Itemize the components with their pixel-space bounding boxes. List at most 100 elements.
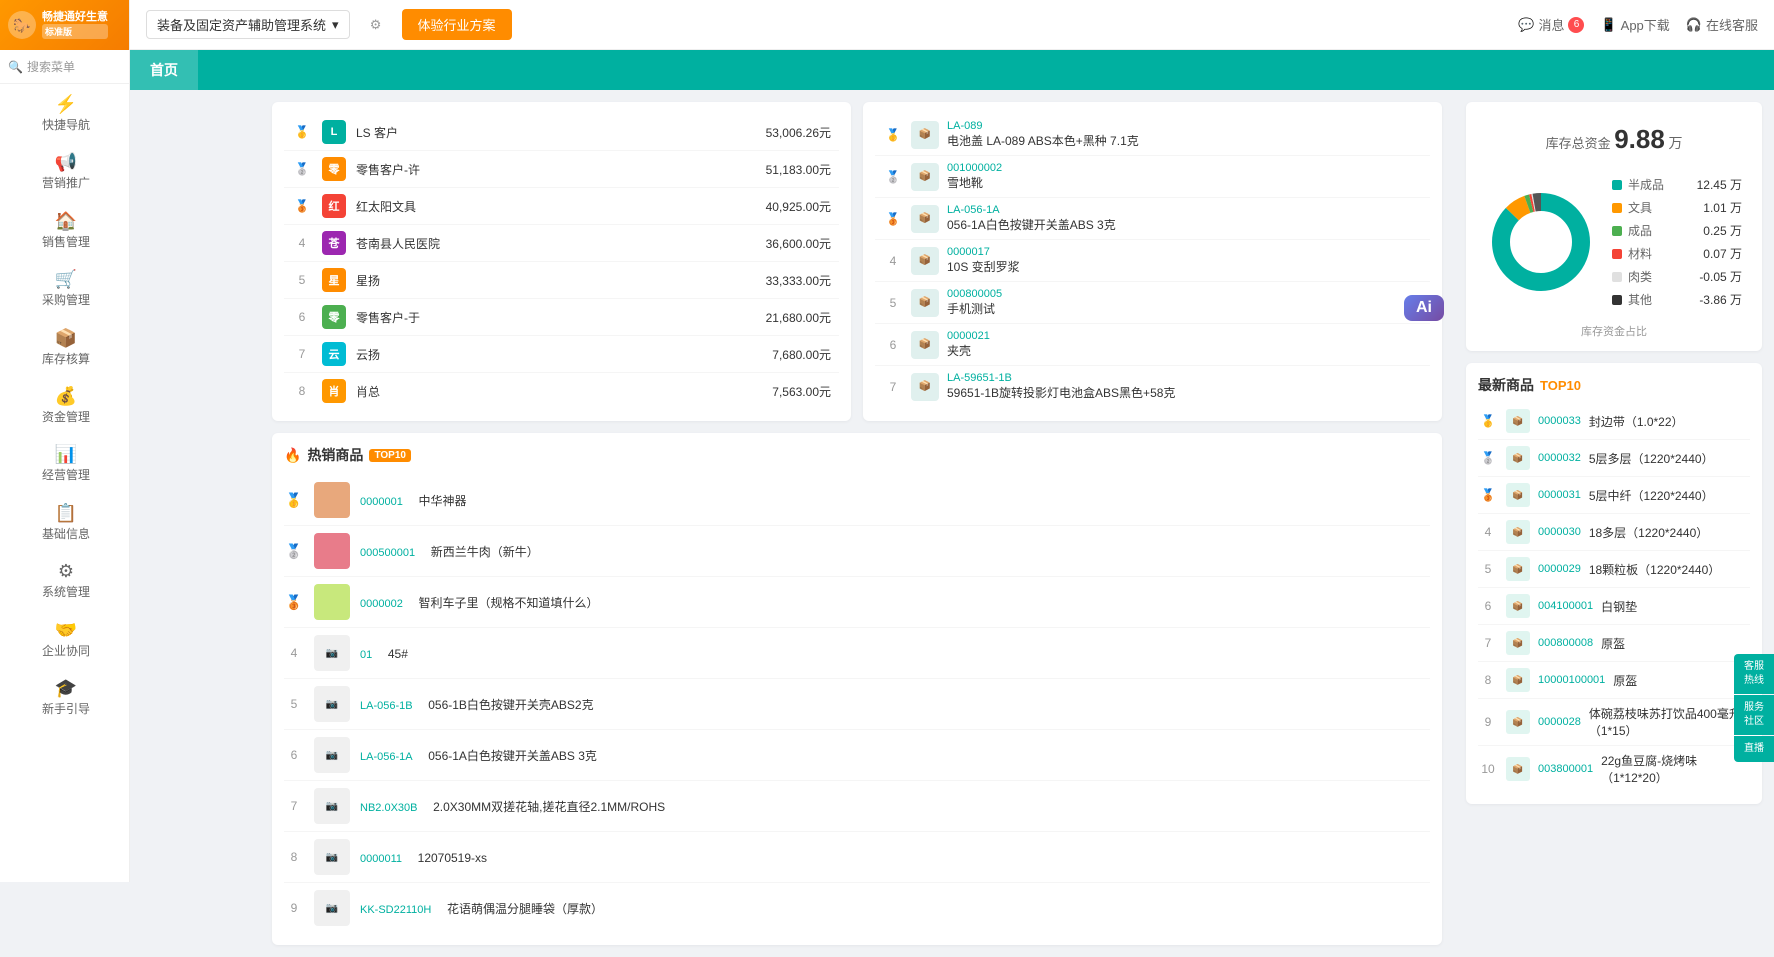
hot-code: LA-056-1A <box>360 751 413 763</box>
topbar: 装备及固定资产辅助管理系统 ▾ ⚙ 体验行业方案 💬 消息 6 📱 App下载 … <box>130 0 1774 50</box>
new-rank-num: 6 <box>1478 599 1498 613</box>
new-info: 0000029 18颗粒板（1220*2440） <box>1538 561 1750 578</box>
customer-avatar: 肖 <box>322 379 346 403</box>
hot-products-title: 🔥 热销商品 TOP10 <box>284 445 1430 465</box>
hot-rank-num: 4 <box>284 646 304 660</box>
finance-icon: 💰 <box>55 386 77 407</box>
sidebar-item-sales[interactable]: 🏠 销售管理 <box>0 201 129 259</box>
hot-code: KK-SD22110H <box>360 904 431 916</box>
sidebar-item-base[interactable]: 📋 基础信息 <box>0 493 129 551</box>
sales-icon: 🏠 <box>55 211 77 232</box>
sidebar-item-system[interactable]: ⚙ 系统管理 <box>0 551 129 609</box>
tab-home-label: 首页 <box>150 62 178 78</box>
prod-code: 000800005 <box>947 288 1422 300</box>
new-rank-num: 9 <box>1478 715 1498 729</box>
float-btn-live[interactable]: 直播 <box>1734 736 1774 762</box>
notification-icon: 💬 <box>1518 17 1534 33</box>
hot-product-item: 7 📷 NB2.0X30B 2.0X30MM双搓花轴,搓花直径2.1MM/ROH… <box>284 781 1430 832</box>
new-info: 003800001 22g鱼豆腐-烧烤味（1*12*20） <box>1538 752 1750 786</box>
main-area: 装备及固定资产辅助管理系统 ▾ ⚙ 体验行业方案 💬 消息 6 📱 App下载 … <box>130 0 1774 957</box>
prod-info: 0000017 10S 变刮罗浆 <box>947 246 1422 275</box>
legend-name: 成品 <box>1628 222 1697 239</box>
prod-name: 手机测试 <box>947 300 1422 317</box>
sidebar-item-quick-nav[interactable]: ⚡ 快捷导航 <box>0 84 129 142</box>
guide-label: 新手引导 <box>42 702 90 716</box>
hot-code: 000500001 <box>360 547 415 559</box>
new-product-item: 10 📦 003800001 22g鱼豆腐-烧烤味（1*12*20） <box>1478 746 1750 792</box>
hot-info: LA-056-1A 056-1A白色按键开关盖ABS 3克 <box>360 747 1430 764</box>
sidebar-item-finance[interactable]: 💰 资金管理 <box>0 376 129 434</box>
sidebar-item-guide[interactable]: 🎓 新手引导 <box>0 668 129 726</box>
new-name: 5层中纤（1220*2440） <box>1589 487 1714 504</box>
customer-avatar: 星 <box>322 268 346 292</box>
inventory-icon: 📦 <box>55 328 77 349</box>
new-name: 原盔 <box>1601 635 1625 652</box>
hot-products-label: 热销商品 <box>307 445 363 465</box>
customer-value: 21,680.00元 <box>766 309 831 326</box>
hot-product-item: 🥉 0000002 智利车子里（规格不知道填什么） <box>284 577 1430 628</box>
hot-products-badge: TOP10 <box>369 449 411 462</box>
ai-badge[interactable]: Ai <box>1404 295 1444 321</box>
guide-icon: 🎓 <box>55 678 77 699</box>
legend-value: -3.86 万 <box>1699 291 1742 308</box>
legend-name: 材料 <box>1628 245 1697 262</box>
legend-item: 文具 1.01 万 <box>1612 196 1742 219</box>
app-download-label: App下载 <box>1621 15 1670 34</box>
new-code: 10000100001 <box>1538 674 1605 686</box>
prod-rank-num: 6 <box>883 338 903 352</box>
hot-product-item: 🥈 000500001 新西兰牛肉（新牛） <box>284 526 1430 577</box>
notification-label: 消息 <box>1538 15 1564 34</box>
new-thumb: 📦 <box>1506 557 1530 581</box>
system-selector[interactable]: 装备及固定资产辅助管理系统 ▾ <box>146 10 350 39</box>
product-scroll[interactable]: 🥇 📦 LA-089 电池盖 LA-089 ABS本色+黑种 7.1克 🥈 📦 … <box>875 114 1430 407</box>
customer-avatar: L <box>322 120 346 144</box>
legend-item: 其他 -3.86 万 <box>1612 288 1742 311</box>
marketing-label: 营销推广 <box>42 176 90 190</box>
left-panel <box>130 90 260 957</box>
tab-home[interactable]: 首页 <box>130 50 198 90</box>
sidebar-item-enterprise[interactable]: 🤝 企业协同 <box>0 610 129 668</box>
hot-product-item: 5 📷 LA-056-1B 056-1B白色按键开关壳ABS2克 <box>284 679 1430 730</box>
customer-rank-item: 🥇 L LS 客户 53,006.26元 <box>284 114 839 151</box>
hot-code: 0000001 <box>360 496 403 508</box>
float-btn-service[interactable]: 客服热线 <box>1734 654 1774 694</box>
new-product-item: 🥉 📦 0000031 5层中纤（1220*2440） <box>1478 477 1750 514</box>
hot-code: 0000011 <box>360 853 402 865</box>
float-btn-community[interactable]: 服务社区 <box>1734 695 1774 735</box>
new-product-item: 🥈 📦 0000032 5层多层（1220*2440） <box>1478 440 1750 477</box>
new-code: 0000032 <box>1538 452 1581 464</box>
new-products-title: 最新商品 <box>1478 375 1534 395</box>
new-name: 白钢垫 <box>1601 598 1637 615</box>
sidebar-item-marketing[interactable]: 📢 营销推广 <box>0 142 129 200</box>
search-menu-item[interactable]: 🔍 搜索菜单 <box>0 50 129 84</box>
new-name: 原盔 <box>1613 672 1637 689</box>
online-service-button[interactable]: 🎧 在线客服 <box>1686 15 1758 34</box>
prod-thumb: 📦 <box>911 289 939 317</box>
customer-value: 7,680.00元 <box>772 346 831 363</box>
system-icon: ⚙ <box>58 561 74 582</box>
new-product-item: 7 📦 000800008 原盔 <box>1478 625 1750 662</box>
customer-name: 零售客户-许 <box>356 161 756 178</box>
prod-rank-num: 🥇 <box>883 128 903 142</box>
donut-container: 半成品 12.45 万 文具 1.01 万 成品 0.25 万 材料 0.07 … <box>1478 165 1750 319</box>
purchase-icon: 🛒 <box>55 269 77 290</box>
trial-button[interactable]: 体验行业方案 <box>402 9 512 40</box>
sidebar-item-inventory[interactable]: 📦 库存核算 <box>0 318 129 376</box>
product-rank-item: 5 📦 000800005 手机测试 <box>875 282 1430 324</box>
sidebar-item-purchase[interactable]: 🛒 采购管理 <box>0 259 129 317</box>
settings-button[interactable]: ⚙ <box>362 11 390 39</box>
system-label: 系统管理 <box>42 585 90 599</box>
sidebar-nav: ⚡ 快捷导航 📢 营销推广 🏠 销售管理 🛒 采购管理 📦 库存核算 💰 资金管… <box>0 84 129 882</box>
prod-name: 雪地靴 <box>947 174 1422 191</box>
hot-rank-num: 6 <box>284 748 304 762</box>
legend-name: 半成品 <box>1628 176 1691 193</box>
customer-rank-item: 7 云 云扬 7,680.00元 <box>284 336 839 373</box>
sidebar-item-operations[interactable]: 📊 经营管理 <box>0 434 129 492</box>
hot-name: 智利车子里（规格不知道填什么） <box>418 596 598 610</box>
app-download-button[interactable]: 📱 App下载 <box>1600 15 1669 34</box>
notification-button[interactable]: 💬 消息 6 <box>1518 15 1584 34</box>
rank-number: 7 <box>292 347 312 361</box>
customer-rank-item: 5 星 星扬 33,333.00元 <box>284 262 839 299</box>
product-top-card: 🥇 📦 LA-089 电池盖 LA-089 ABS本色+黑种 7.1克 🥈 📦 … <box>863 102 1442 421</box>
new-code: 0000029 <box>1538 563 1581 575</box>
